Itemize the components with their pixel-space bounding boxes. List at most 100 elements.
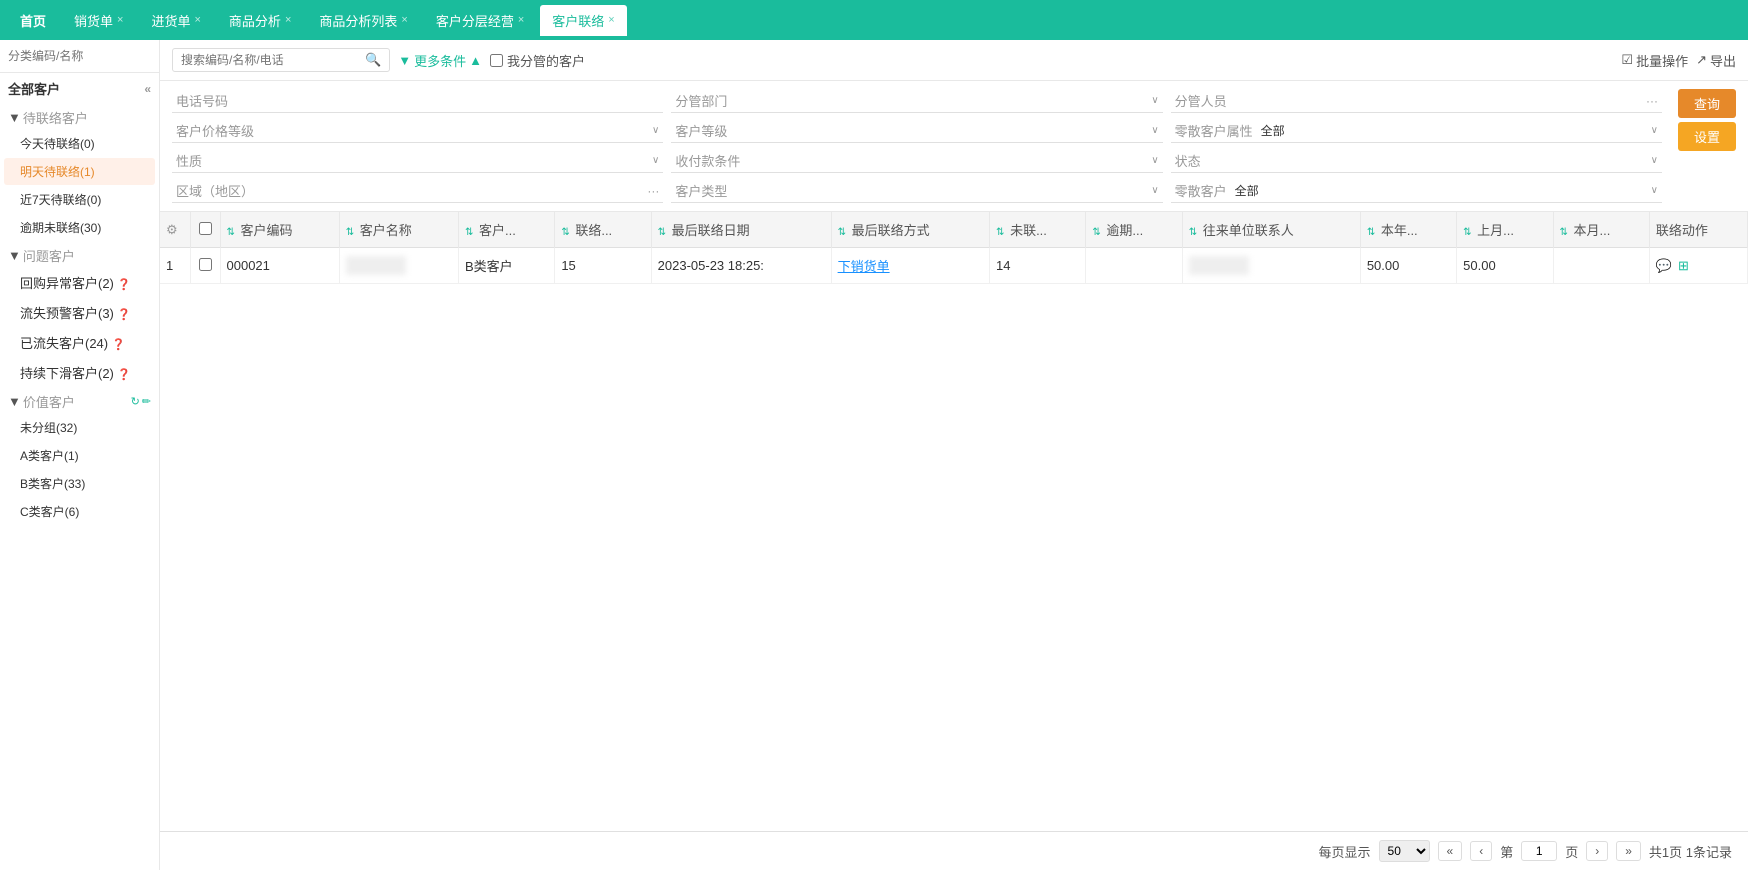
table-row: 1 000021 客户名称 B类客户 15 2023-05-23 18:25: … <box>160 248 1748 284</box>
sort-icon: ⇅ <box>1092 227 1100 238</box>
sidebar-item-ungrouped[interactable]: 未分组(32) <box>4 414 155 441</box>
nav-home[interactable]: 首页 <box>8 5 58 36</box>
table-footer: 每页显示 50 100 200 « ‹ 第 页 › » 共1页 1条记录 <box>160 831 1748 870</box>
last-page-button[interactable]: » <box>1616 841 1641 861</box>
cell-contact-person: 联系人 <box>1182 248 1360 284</box>
close-icon[interactable]: × <box>285 14 291 26</box>
filter-retail-customer[interactable]: 零散客户 全部 ∨ <box>1171 179 1662 203</box>
sidebar-item-today-pending[interactable]: 今天待联络(0) <box>4 130 155 157</box>
export-button[interactable]: ↗ 导出 <box>1696 51 1736 70</box>
settings-button[interactable]: 设置 <box>1678 122 1736 151</box>
column-header-last-date[interactable]: ⇅ 最后联络日期 <box>651 212 831 248</box>
filter-customer-type[interactable]: 客户类型 ∨ <box>671 179 1162 203</box>
sidebar-item-7days-pending[interactable]: 近7天待联络(0) <box>4 186 155 213</box>
column-header-uncontacted[interactable]: ⇅ 未联... <box>990 212 1086 248</box>
filter-customer-level[interactable]: 客户等级 ∨ <box>671 119 1162 143</box>
filter-price-level[interactable]: 客户价格等级 ∨ <box>172 119 663 143</box>
column-header-action: 联络动作 <box>1649 212 1747 248</box>
sidebar-item-repurchase-abnormal[interactable]: 回购异常客户(2) ❓ <box>4 268 155 297</box>
close-icon[interactable]: × <box>608 14 614 26</box>
nav-sales-order[interactable]: 销货单 × <box>62 5 135 36</box>
column-gear[interactable]: ⚙ <box>160 212 190 248</box>
row-checkbox[interactable] <box>199 258 212 271</box>
grid-icon[interactable]: ⊞ <box>1678 258 1689 274</box>
filter-retail-attr[interactable]: 零散客户属性 全部 ∨ <box>1171 119 1662 143</box>
sidebar-item-overdue[interactable]: 逾期未联络(30) <box>4 214 155 241</box>
filter-bar: 🔍 ▼ 更多条件 ▲ 我分管的客户 ☑ 批量操作 ↗ 导出 <box>160 40 1748 81</box>
column-header-type[interactable]: ⇅ 客户... <box>458 212 554 248</box>
prev-page-button[interactable]: ‹ <box>1470 841 1492 861</box>
sort-icon: ⇅ <box>346 227 354 238</box>
nav-customer-contact[interactable]: 客户联络 × <box>540 5 626 36</box>
sidebar-group-pending: ▼ 待联络客户 <box>0 104 159 129</box>
cell-index: 1 <box>160 248 190 284</box>
sidebar-item-declining[interactable]: 持续下滑客户(2) ❓ <box>4 358 155 387</box>
column-header-code[interactable]: ⇅ 客户编码 <box>220 212 339 248</box>
last-method-link[interactable]: 下销货单 <box>838 259 890 274</box>
sidebar-search-bar: 🔍 <box>0 40 159 73</box>
comment-icon[interactable]: 💬 <box>1656 258 1672 274</box>
search-icon[interactable]: 🔍 <box>365 52 381 68</box>
nav-product-analysis[interactable]: 商品分析 × <box>217 5 303 36</box>
close-icon[interactable]: × <box>401 14 407 26</box>
filter-payment-terms[interactable]: 收付款条件 ∨ <box>671 149 1162 173</box>
contact-person-blurred: 联系人 <box>1189 256 1249 275</box>
edit-icon[interactable]: ✏ <box>142 395 151 408</box>
column-header-last-month[interactable]: ⇅ 上月... <box>1457 212 1553 248</box>
sidebar-item-churn-warning[interactable]: 流失预警客户(3) ❓ <box>4 298 155 327</box>
next-page-button[interactable]: › <box>1586 841 1608 861</box>
sidebar-item-c-class[interactable]: C类客户(6) <box>4 498 155 525</box>
filter-region[interactable]: 区域（地区） ··· <box>172 179 663 203</box>
cell-last-method[interactable]: 下销货单 <box>831 248 989 284</box>
sidebar-all-customers[interactable]: 全部客户 « <box>0 73 159 104</box>
filter-phone[interactable]: 电话号码 <box>172 89 663 113</box>
column-header-last-method[interactable]: ⇅ 最后联络方式 <box>831 212 989 248</box>
column-header-this-year[interactable]: ⇅ 本年... <box>1360 212 1456 248</box>
sidebar-item-a-class[interactable]: A类客户(1) <box>4 442 155 469</box>
row-action-icons: 💬 ⊞ <box>1656 258 1741 274</box>
nav-customer-segmentation[interactable]: 客户分层经营 × <box>424 5 536 36</box>
first-page-button[interactable]: « <box>1438 841 1463 861</box>
chevron-down-icon: ∨ <box>1651 155 1658 166</box>
more-conditions-toggle[interactable]: ▼ 更多条件 ▲ <box>398 51 482 70</box>
sort-icon: ⇅ <box>1367 227 1375 238</box>
select-all-checkbox[interactable] <box>199 222 212 235</box>
sidebar-item-b-class[interactable]: B类客户(33) <box>4 470 155 497</box>
column-header-contact-person[interactable]: ⇅ 往来单位联系人 <box>1182 212 1360 248</box>
refresh-icon[interactable]: ↻ <box>131 395 140 408</box>
close-icon[interactable]: × <box>518 14 524 26</box>
filter-status[interactable]: 状态 ∨ <box>1171 149 1662 173</box>
sidebar-item-tomorrow-pending[interactable]: 明天待联络(1) <box>4 158 155 185</box>
top-navigation: 首页 销货单 × 进货单 × 商品分析 × 商品分析列表 × 客户分层经营 × … <box>0 0 1748 40</box>
info-icon: ❓ <box>111 339 125 351</box>
column-header-name[interactable]: ⇅ 客户名称 <box>339 212 458 248</box>
content-area: 🔍 ▼ 更多条件 ▲ 我分管的客户 ☑ 批量操作 ↗ 导出 <box>160 40 1748 870</box>
sidebar-item-churned[interactable]: 已流失客户(24) ❓ <box>4 328 155 357</box>
column-header-overdue[interactable]: ⇅ 逾期... <box>1086 212 1182 248</box>
column-header-contact[interactable]: ⇅ 联络... <box>555 212 651 248</box>
customer-name-blurred: 客户名称 <box>346 256 406 275</box>
column-header-this-month[interactable]: ⇅ 本月... <box>1553 212 1649 248</box>
query-button[interactable]: 查询 <box>1678 89 1736 118</box>
gear-icon[interactable]: ⚙ <box>166 222 178 237</box>
sidebar: 🔍 全部客户 « ▼ 待联络客户 今天待联络(0) 明天待联络(1) 近7天待联… <box>0 40 160 870</box>
sidebar-search-input[interactable] <box>8 49 160 63</box>
nav-product-analysis-list[interactable]: 商品分析列表 × <box>307 5 419 36</box>
per-page-select[interactable]: 50 100 200 <box>1379 840 1430 862</box>
sort-icon: ⇅ <box>561 227 569 238</box>
chevron-down-icon: ∨ <box>1151 185 1158 196</box>
filter-manager[interactable]: 分管人员 ··· <box>1171 89 1662 113</box>
main-search-input[interactable] <box>181 53 361 67</box>
filter-dept[interactable]: 分管部门 ∨ <box>671 89 1162 113</box>
close-icon[interactable]: × <box>117 14 123 26</box>
my-customers-checkbox[interactable] <box>490 54 503 67</box>
cell-code: 000021 <box>220 248 339 284</box>
more-icon: ··· <box>647 184 659 198</box>
filter-nature[interactable]: 性质 ∨ <box>172 149 663 173</box>
batch-operation-button[interactable]: ☑ 批量操作 <box>1621 51 1688 70</box>
close-icon[interactable]: × <box>194 14 200 26</box>
nav-purchase-order[interactable]: 进货单 × <box>139 5 212 36</box>
advanced-filter-panel: 电话号码 分管部门 ∨ 分管人员 ··· <box>160 81 1748 212</box>
page-number-input[interactable] <box>1521 841 1557 861</box>
chevron-down-icon: ∨ <box>1651 125 1658 136</box>
